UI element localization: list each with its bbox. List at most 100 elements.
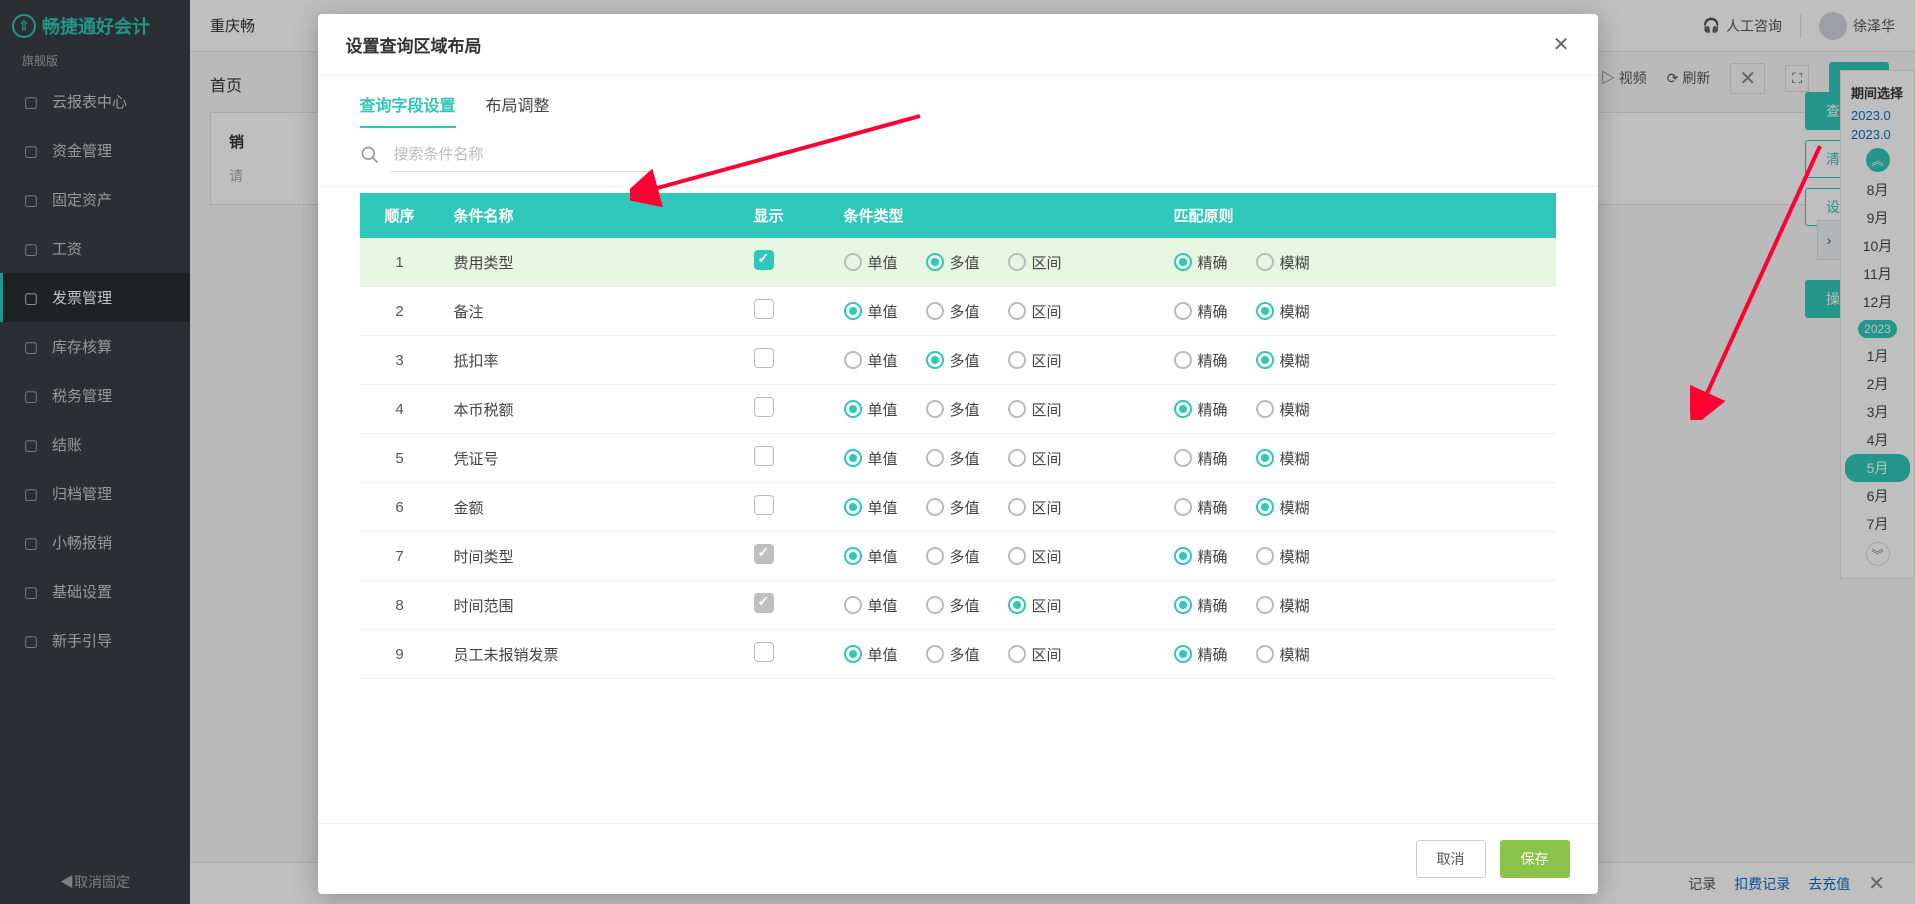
table-row: 4本币税额单值多值区间精确模糊 xyxy=(360,385,1556,434)
cond-radio[interactable]: 单值 xyxy=(844,301,898,322)
radio-icon xyxy=(1174,596,1192,614)
row-order: 6 xyxy=(360,483,440,532)
match-radio[interactable]: 精确 xyxy=(1174,595,1228,616)
radio-label: 多值 xyxy=(950,595,980,616)
match-radio[interactable]: 精确 xyxy=(1174,399,1228,420)
radio-icon xyxy=(844,253,862,271)
cond-radio[interactable]: 单值 xyxy=(844,399,898,420)
cond-radio[interactable]: 单值 xyxy=(844,350,898,371)
cond-radio[interactable]: 多值 xyxy=(926,497,980,518)
cond-radio[interactable]: 区间 xyxy=(1008,350,1062,371)
match-radio[interactable]: 模糊 xyxy=(1256,301,1310,322)
match-radio[interactable]: 模糊 xyxy=(1256,644,1310,665)
show-checkbox[interactable] xyxy=(754,397,774,417)
cond-radio[interactable]: 区间 xyxy=(1008,497,1062,518)
radio-icon xyxy=(1256,596,1274,614)
radio-icon xyxy=(1174,547,1192,565)
match-radio[interactable]: 模糊 xyxy=(1256,595,1310,616)
match-radio[interactable]: 模糊 xyxy=(1256,497,1310,518)
cond-radio[interactable]: 多值 xyxy=(926,252,980,273)
cond-radio[interactable]: 多值 xyxy=(926,644,980,665)
show-checkbox[interactable] xyxy=(754,348,774,368)
cancel-button[interactable]: 取消 xyxy=(1416,840,1486,878)
cond-radio[interactable]: 区间 xyxy=(1008,448,1062,469)
cond-radio[interactable]: 区间 xyxy=(1008,595,1062,616)
radio-icon xyxy=(844,351,862,369)
row-order: 9 xyxy=(360,630,440,679)
match-radio[interactable]: 精确 xyxy=(1174,497,1228,518)
radio-label: 单值 xyxy=(868,301,898,322)
match-radio[interactable]: 模糊 xyxy=(1256,546,1310,567)
match-radio[interactable]: 精确 xyxy=(1174,252,1228,273)
cond-radio[interactable]: 区间 xyxy=(1008,644,1062,665)
annotation-arrow-1 xyxy=(630,110,930,210)
cond-radio[interactable]: 单值 xyxy=(844,644,898,665)
radio-icon xyxy=(1008,645,1026,663)
cond-radio[interactable]: 单值 xyxy=(844,497,898,518)
cond-radio[interactable]: 多值 xyxy=(926,350,980,371)
radio-label: 模糊 xyxy=(1280,350,1310,371)
match-radio[interactable]: 精确 xyxy=(1174,644,1228,665)
cond-radio[interactable]: 单值 xyxy=(844,448,898,469)
radio-icon xyxy=(1008,547,1026,565)
radio-icon xyxy=(1008,400,1026,418)
show-checkbox xyxy=(754,593,774,613)
match-radio[interactable]: 精确 xyxy=(1174,448,1228,469)
cond-radio[interactable]: 区间 xyxy=(1008,399,1062,420)
radio-icon xyxy=(1174,400,1192,418)
radio-icon xyxy=(926,253,944,271)
cond-radio[interactable]: 区间 xyxy=(1008,546,1062,567)
radio-icon xyxy=(1256,547,1274,565)
search-input[interactable] xyxy=(390,138,650,172)
modal-close-icon[interactable]: ✕ xyxy=(1553,32,1570,57)
match-radio[interactable]: 精确 xyxy=(1174,546,1228,567)
radio-label: 单值 xyxy=(868,252,898,273)
row-name: 时间类型 xyxy=(440,532,740,581)
radio-label: 精确 xyxy=(1198,399,1228,420)
cond-radio[interactable]: 多值 xyxy=(926,301,980,322)
show-checkbox[interactable] xyxy=(754,495,774,515)
row-name: 金额 xyxy=(440,483,740,532)
radio-label: 多值 xyxy=(950,399,980,420)
modal-tab-fields[interactable]: 查询字段设置 xyxy=(360,92,456,128)
table-row: 6金额 单值 多值 区间 精确 模糊 xyxy=(360,483,1556,532)
radio-label: 单值 xyxy=(868,644,898,665)
fields-table: 顺序 条件名称 显示 条件类型 匹配原则 1费用类型单值多值区间精确模糊2备注单… xyxy=(360,193,1556,679)
radio-icon xyxy=(926,400,944,418)
row-order: 4 xyxy=(360,385,440,434)
cond-radio[interactable]: 多值 xyxy=(926,595,980,616)
show-checkbox[interactable] xyxy=(754,446,774,466)
match-radio[interactable]: 模糊 xyxy=(1256,252,1310,273)
radio-label: 精确 xyxy=(1198,595,1228,616)
table-row: 7时间类型单值多值区间精确模糊 xyxy=(360,532,1556,581)
match-radio[interactable]: 精确 xyxy=(1174,350,1228,371)
show-checkbox[interactable] xyxy=(754,642,774,662)
radio-icon xyxy=(844,498,862,516)
radio-label: 区间 xyxy=(1032,301,1062,322)
row-order: 2 xyxy=(360,287,440,336)
show-checkbox[interactable] xyxy=(754,299,774,319)
radio-icon xyxy=(1174,351,1192,369)
cond-radio[interactable]: 单值 xyxy=(844,595,898,616)
radio-icon xyxy=(844,400,862,418)
modal-tab-layout[interactable]: 布局调整 xyxy=(486,92,550,128)
save-button[interactable]: 保存 xyxy=(1500,840,1570,878)
cond-radio[interactable]: 单值 xyxy=(844,546,898,567)
cond-radio[interactable]: 多值 xyxy=(926,448,980,469)
cond-radio[interactable]: 区间 xyxy=(1008,301,1062,322)
cond-radio[interactable]: 多值 xyxy=(926,399,980,420)
radio-icon xyxy=(926,449,944,467)
cond-radio[interactable]: 区间 xyxy=(1008,252,1062,273)
match-radio[interactable]: 模糊 xyxy=(1256,448,1310,469)
table-row: 1费用类型单值多值区间精确模糊 xyxy=(360,238,1556,287)
radio-label: 单值 xyxy=(868,350,898,371)
match-radio[interactable]: 精确 xyxy=(1174,301,1228,322)
radio-label: 区间 xyxy=(1032,399,1062,420)
match-radio[interactable]: 模糊 xyxy=(1256,350,1310,371)
cond-radio[interactable]: 单值 xyxy=(844,252,898,273)
match-radio[interactable]: 模糊 xyxy=(1256,399,1310,420)
cond-radio[interactable]: 多值 xyxy=(926,546,980,567)
radio-icon xyxy=(1008,498,1026,516)
show-checkbox[interactable] xyxy=(754,250,774,270)
radio-icon xyxy=(1174,302,1192,320)
